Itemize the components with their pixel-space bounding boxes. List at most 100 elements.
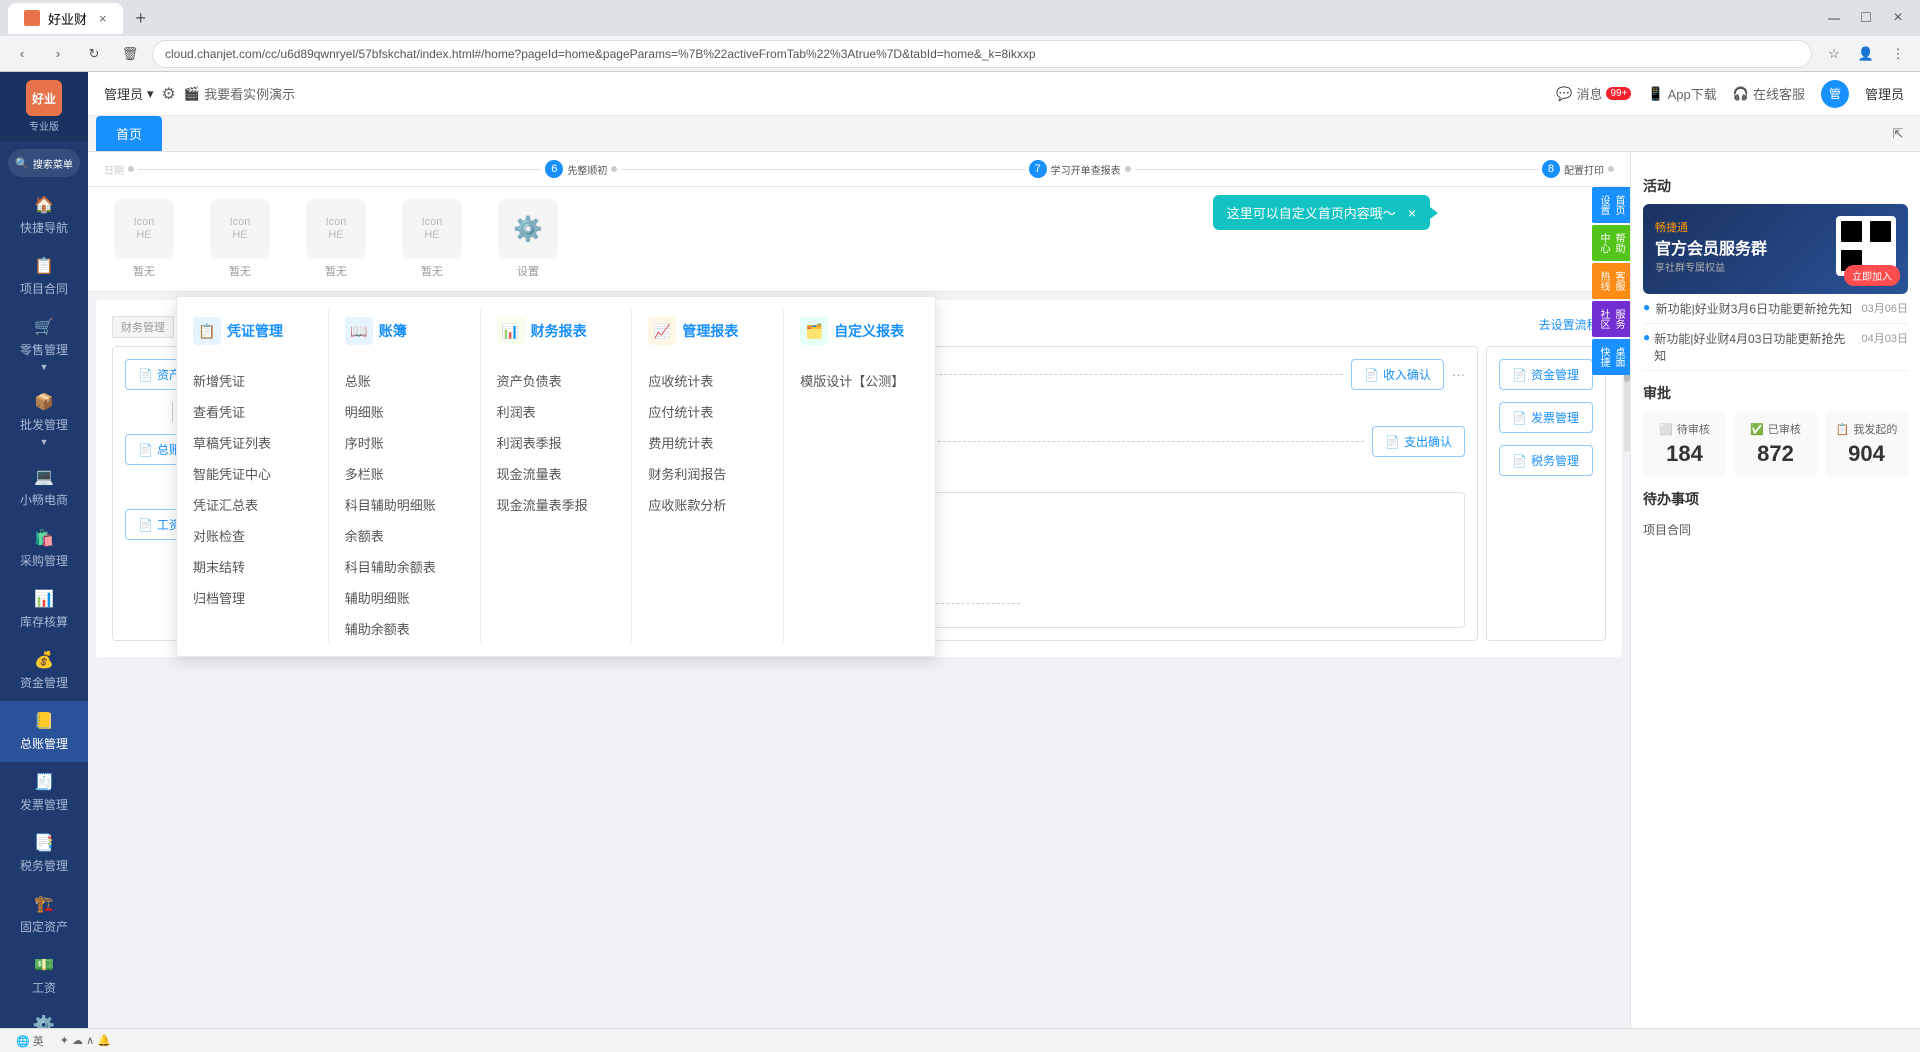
expense-stats-item[interactable]: 费用统计表: [648, 427, 767, 458]
news-dot-2: ●: [1643, 330, 1650, 364]
message-button[interactable]: 💬 消息 99+: [1556, 84, 1631, 103]
sidebar-item-purchase[interactable]: 🛍️ 采购管理: [0, 518, 88, 579]
homepage-settings-button[interactable]: 首页设置: [1592, 187, 1630, 223]
sidebar-item-tax[interactable]: 📑 税务管理: [0, 823, 88, 884]
app-download-button[interactable]: 📱 App下载: [1647, 84, 1716, 103]
community-button[interactable]: 服务社区: [1592, 301, 1630, 337]
chronological-ledger-item[interactable]: 序时账: [345, 427, 464, 458]
online-service-button[interactable]: 🎧 在线客服: [1733, 84, 1805, 103]
draft-voucher-list-item[interactable]: 草稿凭证列表: [193, 427, 312, 458]
subject-detail-item[interactable]: 科目辅助明细账: [345, 489, 464, 520]
new-tab-button[interactable]: +: [127, 4, 155, 32]
sidebar-item-inventory[interactable]: 📊 库存核算: [0, 579, 88, 640]
expense-confirm-node[interactable]: 📄 支出确认: [1372, 426, 1465, 457]
user-selector[interactable]: 管理员 ▾: [104, 84, 154, 103]
icon-slot-3[interactable]: IconHE 暂无: [296, 199, 376, 279]
balance-sheet-item[interactable]: 余额表: [345, 520, 464, 551]
archive-management-item[interactable]: 归档管理: [193, 582, 312, 613]
view-voucher-item[interactable]: 查看凭证: [193, 396, 312, 427]
sidebar-item-retail[interactable]: 🛒 零售管理 ▼: [0, 307, 88, 382]
sidebar-item-wholesale[interactable]: 📦 批发管理 ▼: [0, 382, 88, 457]
multi-column-ledger-item[interactable]: 多栏账: [345, 458, 464, 489]
capital-mgmt-node[interactable]: 📄 资金管理: [1499, 359, 1593, 390]
tooltip-close-button[interactable]: ×: [1408, 205, 1416, 221]
promo-cta[interactable]: 立即加入: [1844, 265, 1900, 286]
tab-close-button[interactable]: ×: [99, 11, 107, 26]
icon-slot-2[interactable]: IconHE 暂无: [200, 199, 280, 279]
close-button[interactable]: ×: [1884, 4, 1912, 32]
sidebar-item-payroll[interactable]: 💵 工资: [0, 945, 88, 999]
pending-approval-card[interactable]: ⬜ 待审核 184: [1643, 411, 1726, 477]
voucher-summary-item[interactable]: 凭证汇总表: [193, 489, 312, 520]
news-text-2: 新功能|好业财4月03日功能更新抢先知: [1654, 330, 1853, 364]
sidebar-item-invoice[interactable]: 🧾 发票管理: [0, 762, 88, 823]
search-menu-button[interactable]: 🔍 搜索菜单: [8, 149, 80, 177]
dropdown-col-mgmtreport: 📈 管理报表 应收统计表 应付统计表 费用统计表 财务利润报告 应收账款分析: [632, 309, 784, 644]
general-ledger-item[interactable]: 总账: [345, 365, 464, 396]
pending-count: 184: [1653, 441, 1716, 467]
news-item-1[interactable]: ● 新功能|好业财3月6日功能更新抢先知 03月06日: [1643, 294, 1908, 324]
desktop-shortcut-button[interactable]: 桌面快捷: [1592, 339, 1630, 375]
sidebar: 好业 专业版 🔍 搜索菜单 🏠 快捷导航 📋 项目合同 🛒 零售管理 ▼: [0, 72, 88, 1052]
ar-analysis-item[interactable]: 应收账款分析: [648, 489, 767, 520]
template-design-item[interactable]: 模版设计【公测】: [800, 365, 919, 396]
sidebar-item-projectcontract[interactable]: 📋 项目合同: [0, 246, 88, 307]
my-initiated-card[interactable]: 📋 我发起的 904: [1825, 411, 1908, 477]
income-quarterly-item[interactable]: 利润表季报: [497, 427, 616, 458]
new-voucher-item[interactable]: 新增凭证: [193, 365, 312, 396]
ar-stats-item[interactable]: 应收统计表: [648, 365, 767, 396]
back-button[interactable]: ‹: [8, 40, 36, 68]
cashflow-item[interactable]: 现金流量表: [497, 458, 616, 489]
more-button[interactable]: ⋮: [1884, 40, 1912, 68]
cashflow-quarterly-item[interactable]: 现金流量表季报: [497, 489, 616, 520]
news-item-2[interactable]: ● 新功能|好业财4月03日功能更新抢先知 04月03日: [1643, 324, 1908, 371]
refresh-button[interactable]: ↻: [80, 40, 108, 68]
bookmark-button[interactable]: ☆: [1820, 40, 1848, 68]
tax-mgmt-node[interactable]: 📄 税务管理: [1499, 445, 1593, 476]
icon-slot-4[interactable]: IconHE 暂无: [392, 199, 472, 279]
aux-detail-item[interactable]: 辅助明细账: [345, 582, 464, 613]
sidebar-item-label: 小畅电商: [20, 491, 68, 508]
sidebar-item-capital[interactable]: 💰 资金管理: [0, 640, 88, 701]
aux-balance-item[interactable]: 辅助余额表: [345, 613, 464, 644]
invoice-mgmt-node[interactable]: 📄 发票管理: [1499, 402, 1593, 433]
profit-report-item[interactable]: 财务利润报告: [648, 458, 767, 489]
hotline-button[interactable]: 客服热线: [1592, 263, 1630, 299]
detail-ledger-item[interactable]: 明细账: [345, 396, 464, 427]
home-tab[interactable]: 首页: [96, 116, 162, 151]
active-tab[interactable]: 好业财 ×: [8, 3, 123, 34]
minimize-button[interactable]: －: [1820, 4, 1848, 32]
help-center-button[interactable]: 帮助中心: [1592, 225, 1630, 261]
demo-link[interactable]: 🎬 我要看实例演示: [184, 84, 295, 103]
smart-voucher-center-item[interactable]: 智能凭证中心: [193, 458, 312, 489]
icons-area: IconHE 暂无 IconHE 暂无 IconHE: [88, 187, 1630, 292]
delete-button[interactable]: 🗑: [116, 40, 144, 68]
icon-settings-slot[interactable]: ⚙️ 设置: [488, 199, 568, 279]
approved-card[interactable]: ✅ 已审核 872: [1734, 411, 1817, 477]
sidebar-item-ledger[interactable]: 📒 总账管理: [0, 701, 88, 762]
balance-sheet-report-item[interactable]: 资产负债表: [497, 365, 616, 396]
join-button[interactable]: 立即加入: [1844, 265, 1900, 286]
todo-item-1[interactable]: 项目合同: [1643, 517, 1908, 542]
sidebar-item-label: 库存核算: [20, 613, 68, 630]
address-input[interactable]: cloud.chanjet.com/cc/u6d89qwnryel/57bfsk…: [152, 40, 1812, 68]
period-end-transfer-item[interactable]: 期末结转: [193, 551, 312, 582]
topbar-settings-button[interactable]: ⚙: [162, 84, 176, 104]
ap-stats-item[interactable]: 应付统计表: [648, 396, 767, 427]
collapse-button[interactable]: ⇱: [1884, 120, 1912, 148]
icon-slot-1[interactable]: IconHE 暂无: [104, 199, 184, 279]
maximize-button[interactable]: □: [1852, 4, 1880, 32]
icon-settings-box: ⚙️: [498, 199, 558, 259]
income-statement-item[interactable]: 利润表: [497, 396, 616, 427]
subject-balance-item[interactable]: 科目辅助余额表: [345, 551, 464, 582]
sidebar-item-quicknav[interactable]: 🏠 快捷导航: [0, 185, 88, 246]
sidebar-item-fixedassets[interactable]: 🏗️ 固定资产: [0, 884, 88, 945]
sidebar-item-ecommerce[interactable]: 💻 小畅电商: [0, 457, 88, 518]
user-avatar[interactable]: 管: [1821, 80, 1849, 108]
profile-button[interactable]: 👤: [1852, 40, 1880, 68]
reconciliation-item[interactable]: 对账检查: [193, 520, 312, 551]
forward-button[interactable]: ›: [44, 40, 72, 68]
logo-text: 专业版: [29, 118, 59, 133]
approval-cards: ⬜ 待审核 184 ✅ 已审核 872: [1643, 411, 1908, 477]
income-confirm-node[interactable]: 📄 收入确认: [1351, 359, 1444, 390]
